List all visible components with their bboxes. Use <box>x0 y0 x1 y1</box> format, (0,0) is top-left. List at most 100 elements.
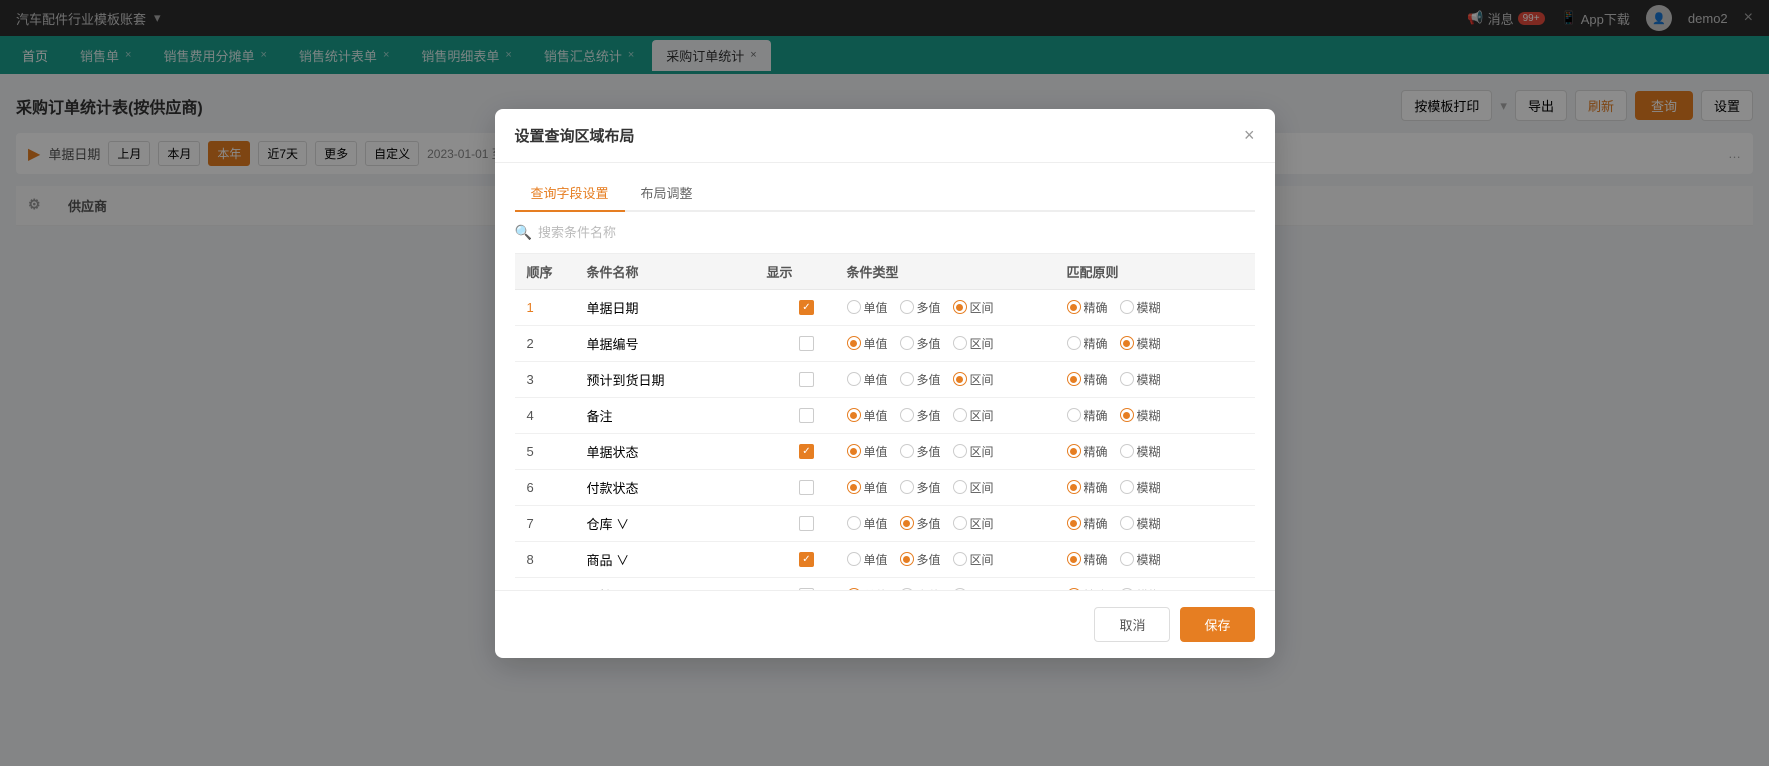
modal-tab-query-fields[interactable]: 查询字段设置 <box>515 175 625 212</box>
match-radio-精确[interactable]: 精确 <box>1067 371 1108 388</box>
row-show-checkbox[interactable] <box>767 372 847 387</box>
row-match-group: 精确模糊 <box>1067 551 1255 568</box>
row-condition-name: 单据编号 <box>587 334 767 353</box>
type-radio-区间[interactable]: 区间 <box>953 551 994 568</box>
match-radio-精确[interactable]: 精确 <box>1067 443 1108 460</box>
cancel-button[interactable]: 取消 <box>1094 607 1170 642</box>
type-radio-多值[interactable]: 多值 <box>900 551 941 568</box>
type-radio-单值[interactable]: 单值 <box>847 443 888 460</box>
row-show-checkbox[interactable] <box>767 444 847 459</box>
row-condition-name: 商品 ∨ <box>587 550 767 569</box>
row-match-group: 精确模糊 <box>1067 479 1255 496</box>
type-radio-多值[interactable]: 多值 <box>900 407 941 424</box>
row-show-checkbox[interactable] <box>767 300 847 315</box>
modal-tab-layout-label: 布局调整 <box>641 186 693 201</box>
type-radio-多值[interactable]: 多值 <box>900 299 941 316</box>
type-radio-多值[interactable]: 多值 <box>900 479 941 496</box>
th-name: 条件名称 <box>587 262 767 281</box>
type-radio-多值[interactable]: 多值 <box>900 335 941 352</box>
row-number: 8 <box>527 552 587 567</box>
type-radio-单值[interactable]: 单值 <box>847 407 888 424</box>
modal-search-input[interactable] <box>538 225 1255 240</box>
table-row: 7仓库 ∨单值多值区间精确模糊 <box>515 506 1255 542</box>
type-radio-单值[interactable]: 单值 <box>847 515 888 532</box>
table-row: 3预计到货日期单值多值区间精确模糊 <box>515 362 1255 398</box>
row-show-checkbox[interactable] <box>767 552 847 567</box>
row-match-group: 精确模糊 <box>1067 371 1255 388</box>
modal-overlay[interactable]: 设置查询区域布局 × 查询字段设置 布局调整 🔍 顺序 <box>0 0 1769 766</box>
match-radio-精确[interactable]: 精确 <box>1067 407 1108 424</box>
type-radio-区间[interactable]: 区间 <box>953 335 994 352</box>
match-radio-模糊[interactable]: 模糊 <box>1120 371 1161 388</box>
row-number: 2 <box>527 336 587 351</box>
match-radio-精确[interactable]: 精确 <box>1067 335 1108 352</box>
row-number: 1 <box>527 300 587 315</box>
modal-dialog: 设置查询区域布局 × 查询字段设置 布局调整 🔍 顺序 <box>495 109 1275 658</box>
type-radio-区间[interactable]: 区间 <box>953 443 994 460</box>
modal-table: 顺序 条件名称 显示 条件类型 匹配原则 1单据日期单值多值区间精确模糊2单据编… <box>515 254 1255 590</box>
modal-search-area: 🔍 <box>515 212 1255 254</box>
modal-title: 设置查询区域布局 <box>515 125 635 146</box>
row-condition-name: 备注 <box>587 406 767 425</box>
type-radio-多值[interactable]: 多值 <box>900 515 941 532</box>
row-condition-name: 付款状态 <box>587 478 767 497</box>
match-radio-精确[interactable]: 精确 <box>1067 551 1108 568</box>
row-number: 7 <box>527 516 587 531</box>
row-show-checkbox[interactable] <box>767 336 847 351</box>
match-radio-模糊[interactable]: 模糊 <box>1120 299 1161 316</box>
row-type-group: 单值多值区间 <box>847 515 1067 532</box>
match-radio-模糊[interactable]: 模糊 <box>1120 515 1161 532</box>
match-radio-精确[interactable]: 精确 <box>1067 515 1108 532</box>
modal-tabs: 查询字段设置 布局调整 <box>515 163 1255 212</box>
type-radio-单值[interactable]: 单值 <box>847 479 888 496</box>
type-radio-区间[interactable]: 区间 <box>953 299 994 316</box>
match-radio-模糊[interactable]: 模糊 <box>1120 551 1161 568</box>
modal-table-header: 顺序 条件名称 显示 条件类型 匹配原则 <box>515 254 1255 290</box>
th-type: 条件类型 <box>847 262 1067 281</box>
modal-close-button[interactable]: × <box>1244 125 1255 146</box>
match-radio-模糊[interactable]: 模糊 <box>1120 335 1161 352</box>
row-match-group: 精确模糊 <box>1067 335 1255 352</box>
type-radio-区间[interactable]: 区间 <box>953 515 994 532</box>
table-row: 8商品 ∨单值多值区间精确模糊 <box>515 542 1255 578</box>
match-radio-模糊[interactable]: 模糊 <box>1120 479 1161 496</box>
table-row: 2单据编号单值多值区间精确模糊 <box>515 326 1255 362</box>
type-radio-多值[interactable]: 多值 <box>900 371 941 388</box>
row-type-group: 单值多值区间 <box>847 443 1067 460</box>
row-match-group: 精确模糊 <box>1067 299 1255 316</box>
type-radio-单值[interactable]: 单值 <box>847 551 888 568</box>
modal-footer: 取消 保存 <box>495 590 1275 658</box>
row-condition-name: 仓库 ∨ <box>587 514 767 533</box>
row-show-checkbox[interactable] <box>767 408 847 423</box>
table-row: 4备注单值多值区间精确模糊 <box>515 398 1255 434</box>
modal-search-icon: 🔍 <box>515 224 532 241</box>
table-row: 1单据日期单值多值区间精确模糊 <box>515 290 1255 326</box>
row-number: 6 <box>527 480 587 495</box>
row-condition-name: 预计到货日期 <box>587 370 767 389</box>
th-show: 显示 <box>767 262 847 281</box>
modal-tab-layout[interactable]: 布局调整 <box>625 175 709 212</box>
type-radio-区间[interactable]: 区间 <box>953 407 994 424</box>
modal-table-body: 1单据日期单值多值区间精确模糊2单据编号单值多值区间精确模糊3预计到货日期单值多… <box>515 290 1255 590</box>
match-radio-模糊[interactable]: 模糊 <box>1120 443 1161 460</box>
type-radio-区间[interactable]: 区间 <box>953 371 994 388</box>
type-radio-单值[interactable]: 单值 <box>847 299 888 316</box>
match-radio-模糊[interactable]: 模糊 <box>1120 407 1161 424</box>
row-type-group: 单值多值区间 <box>847 371 1067 388</box>
th-match: 匹配原则 <box>1067 262 1255 281</box>
match-radio-精确[interactable]: 精确 <box>1067 479 1108 496</box>
type-radio-区间[interactable]: 区间 <box>953 479 994 496</box>
row-match-group: 精确模糊 <box>1067 515 1255 532</box>
type-radio-单值[interactable]: 单值 <box>847 371 888 388</box>
modal-body: 查询字段设置 布局调整 🔍 顺序 条件名称 显示 条件类型 匹配原则 <box>495 163 1275 590</box>
type-radio-单值[interactable]: 单值 <box>847 335 888 352</box>
row-show-checkbox[interactable] <box>767 516 847 531</box>
match-radio-精确[interactable]: 精确 <box>1067 299 1108 316</box>
row-type-group: 单值多值区间 <box>847 551 1067 568</box>
row-type-group: 单值多值区间 <box>847 479 1067 496</box>
row-type-group: 单值多值区间 <box>847 335 1067 352</box>
th-order: 顺序 <box>527 262 587 281</box>
type-radio-多值[interactable]: 多值 <box>900 443 941 460</box>
save-button[interactable]: 保存 <box>1180 607 1254 642</box>
row-show-checkbox[interactable] <box>767 480 847 495</box>
